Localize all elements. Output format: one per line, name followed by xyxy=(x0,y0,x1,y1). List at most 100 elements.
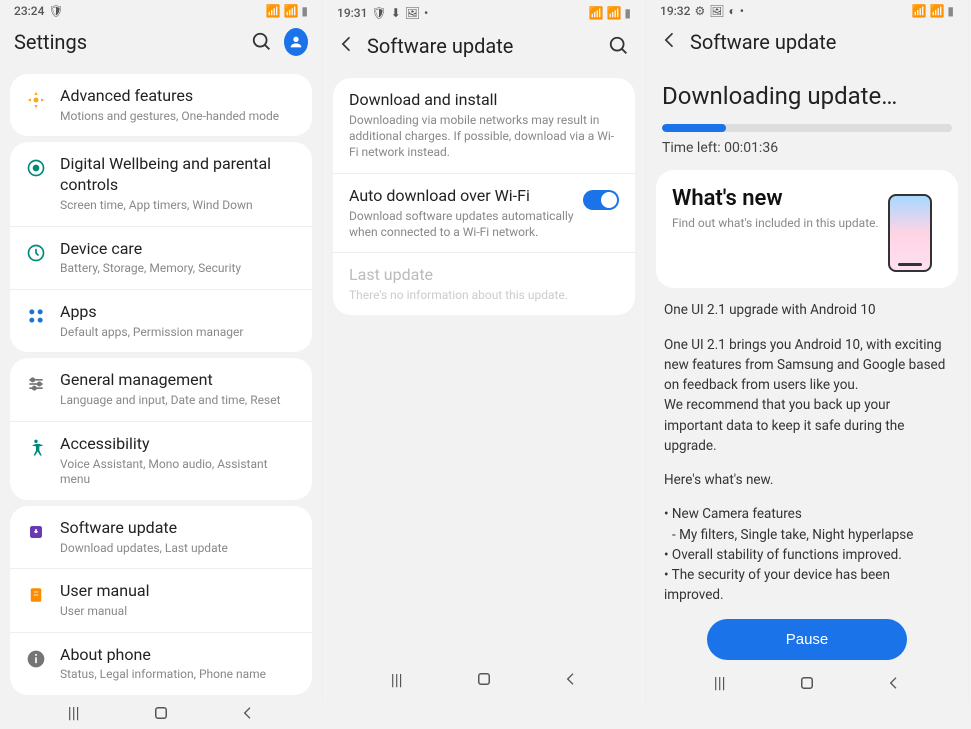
bullet-item: Overall stability of functions improved. xyxy=(664,545,950,565)
settings-item[interactable]: Digital Wellbeing and parental controls … xyxy=(10,142,312,225)
item-label: Apps xyxy=(60,302,298,323)
profile-button[interactable] xyxy=(284,30,308,54)
about-icon xyxy=(24,647,48,671)
back-button[interactable] xyxy=(660,30,680,54)
item-sub: Status, Legal information, Phone name xyxy=(60,667,298,683)
toggle-switch[interactable] xyxy=(583,190,619,210)
page-title: Software update xyxy=(690,30,954,54)
option-label: Download and install xyxy=(349,90,619,109)
download-icon: ⬇ xyxy=(391,6,401,20)
recents-button[interactable]: ||| xyxy=(700,671,740,695)
back-button[interactable] xyxy=(228,701,268,725)
back-button[interactable] xyxy=(337,34,357,58)
recents-button[interactable]: ||| xyxy=(377,667,417,691)
status-bar: 19:32⚙🖼◐• 📶📶▮ xyxy=(646,0,968,20)
item-sub: Voice Assistant, Mono audio, Assistant m… xyxy=(60,457,298,488)
search-button[interactable] xyxy=(607,34,631,58)
wellbeing-icon xyxy=(24,156,48,180)
settings-item[interactable]: About phone Status, Legal information, P… xyxy=(10,632,312,695)
home-button[interactable] xyxy=(464,667,504,691)
bullet-item: The security of your device has been imp… xyxy=(664,565,950,606)
option-sub: There's no information about this update… xyxy=(349,287,619,303)
item-label: Software update xyxy=(60,518,298,539)
option-sub: Downloading via mobile networks may resu… xyxy=(349,112,619,161)
option-label: Auto download over Wi-Fi xyxy=(349,186,575,205)
signal-icon: 📶 xyxy=(929,4,944,18)
manual-icon xyxy=(24,583,48,607)
settings-item[interactable]: Apps Default apps, Permission manager xyxy=(10,289,312,352)
item-label: Digital Wellbeing and parental controls xyxy=(60,154,298,196)
signal-icon: 📶 xyxy=(606,6,621,20)
item-label: General management xyxy=(60,370,298,391)
whats-new-card[interactable]: What's new Find out what's included in t… xyxy=(656,170,958,288)
update-option[interactable]: Auto download over Wi-Fi Download softwar… xyxy=(333,173,635,252)
update-settings-screen: 19:31🛡⬇🖼• 📶📶▮ Software update Download a… xyxy=(323,0,646,702)
advanced-icon xyxy=(24,88,48,112)
back-button[interactable] xyxy=(551,667,591,691)
settings-item[interactable]: Accessibility Voice Assistant, Mono audi… xyxy=(10,421,312,500)
settings-item[interactable]: Software update Download updates, Last u… xyxy=(10,506,312,568)
signal-icon: 📶 xyxy=(283,4,298,18)
item-label: User manual xyxy=(60,581,298,602)
pause-area: Pause xyxy=(646,607,968,668)
sync-icon: ◐ xyxy=(728,4,735,18)
clock: 23:24 xyxy=(14,4,44,18)
page-title: Software update xyxy=(367,34,597,58)
home-button[interactable] xyxy=(787,671,827,695)
update-description: One UI 2.1 upgrade with Android 10 One U… xyxy=(646,294,968,606)
back-button[interactable] xyxy=(874,671,914,695)
status-bar: 19:31🛡⬇🖼• 📶📶▮ xyxy=(323,0,645,24)
item-sub: Language and input, Date and time, Reset xyxy=(60,393,298,409)
page-title: Settings xyxy=(14,30,240,54)
battery-icon: ▮ xyxy=(947,4,954,18)
pause-button[interactable]: Pause xyxy=(707,619,907,660)
bullet-item: - My filters, Single take, Night hyperla… xyxy=(664,525,950,545)
wifi-icon: 📶 xyxy=(588,6,603,20)
item-sub: Battery, Storage, Memory, Security xyxy=(60,261,298,277)
update-option: Last update There's no information about … xyxy=(333,252,635,315)
header: Settings xyxy=(0,20,322,68)
settings-group: Software update Download updates, Last u… xyxy=(10,506,312,695)
clock: 19:31 xyxy=(337,6,367,20)
shield-icon: 🛡 xyxy=(48,4,63,18)
battery-icon: ▮ xyxy=(624,6,631,20)
wifi-icon: 📶 xyxy=(911,4,926,18)
settings-group: Digital Wellbeing and parental controls … xyxy=(10,142,312,352)
image-icon: 🖼 xyxy=(709,4,724,18)
settings-item[interactable]: Device care Battery, Storage, Memory, Se… xyxy=(10,226,312,289)
item-label: About phone xyxy=(60,645,298,666)
item-label: Device care xyxy=(60,239,298,260)
item-sub: Default apps, Permission manager xyxy=(60,325,298,341)
phone-illustration xyxy=(888,186,942,272)
home-button[interactable] xyxy=(141,701,181,725)
settings-item[interactable]: User manual User manual xyxy=(10,568,312,631)
update-option[interactable]: Download and install Downloading via mobi… xyxy=(333,78,635,173)
image-icon: 🖼 xyxy=(405,6,420,20)
battery-icon: ▮ xyxy=(301,4,308,18)
search-button[interactable] xyxy=(250,30,274,54)
nav-bar: ||| xyxy=(323,660,645,702)
settings-item[interactable]: General management Language and input, D… xyxy=(10,358,312,420)
downloading-screen: 19:32⚙🖼◐• 📶📶▮ Software update Downloadin… xyxy=(646,0,969,702)
whats-new-title: What's new xyxy=(672,186,880,211)
downloading-title: Downloading update… xyxy=(646,68,968,120)
option-label: Last update xyxy=(349,265,619,284)
status-bar: 23:24🛡 📶📶▮ xyxy=(0,0,322,20)
item-sub: Download updates, Last update xyxy=(60,541,298,557)
settings-screen: 23:24🛡 📶📶▮ Settings Advanced features Mo… xyxy=(0,0,323,702)
clock: 19:32 xyxy=(660,4,690,18)
settings-item[interactable]: Advanced features Motions and gestures, … xyxy=(10,74,312,136)
option-sub: Download software updates automatically … xyxy=(349,208,575,240)
shield-icon: 🛡 xyxy=(371,6,386,20)
time-left: Time left: 00:01:36 xyxy=(646,140,968,164)
settings-group: General management Language and input, D… xyxy=(10,358,312,499)
progress-bar xyxy=(662,124,952,132)
item-label: Advanced features xyxy=(60,86,298,107)
recents-button[interactable]: ||| xyxy=(54,701,94,725)
item-sub: User manual xyxy=(60,604,298,620)
update-icon xyxy=(24,520,48,544)
nav-bar: ||| xyxy=(0,701,322,729)
header: Software update xyxy=(323,24,645,72)
general-icon xyxy=(24,372,48,396)
whats-new-sub: Find out what's included in this update. xyxy=(672,215,880,231)
